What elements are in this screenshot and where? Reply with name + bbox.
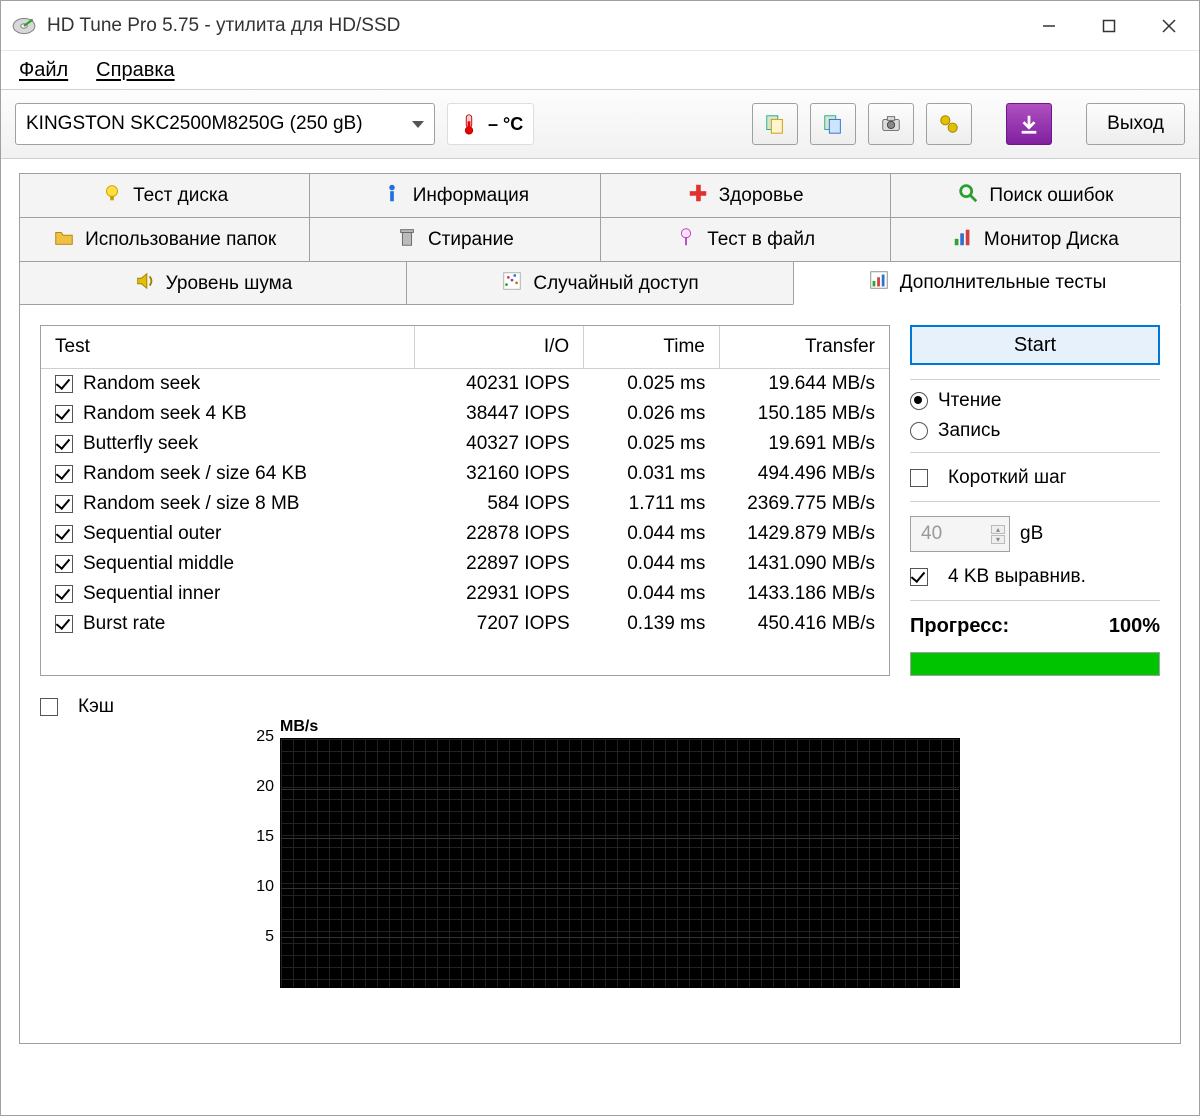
- table-row: Random seek40231 IOPS0.025 ms19.644 MB/s: [41, 369, 889, 400]
- maximize-button[interactable]: [1079, 1, 1139, 50]
- table-row: Random seek / size 64 KB32160 IOPS0.031 …: [41, 459, 889, 489]
- drive-select[interactable]: KINGSTON SKC2500M8250G (250 gB): [15, 103, 435, 145]
- short-step-label: Короткий шаг: [948, 467, 1067, 489]
- align-label: 4 KB выравнив.: [948, 566, 1086, 588]
- row-checkbox[interactable]: [55, 375, 73, 393]
- table-row: Burst rate7207 IOPS0.139 ms450.416 MB/s: [41, 609, 889, 639]
- window-title: HD Tune Pro 5.75 - утилита для HD/SSD: [47, 15, 1019, 37]
- row-checkbox[interactable]: [55, 615, 73, 633]
- tab-info[interactable]: Информация: [309, 173, 600, 217]
- tab-bulb[interactable]: Тест диска: [19, 173, 310, 217]
- table-row: Sequential middle22897 IOPS0.044 ms1431.…: [41, 549, 889, 579]
- cache-label: Кэш: [78, 696, 114, 718]
- tab-trash[interactable]: Стирание: [309, 217, 600, 261]
- row-checkbox[interactable]: [55, 585, 73, 603]
- step-size-input[interactable]: 40 ▴▾: [910, 516, 1010, 552]
- options-button[interactable]: [926, 103, 972, 145]
- app-window: HD Tune Pro 5.75 - утилита для HD/SSD Фа…: [0, 0, 1200, 1116]
- progress-label: Прогресс:: [910, 615, 1009, 638]
- row-checkbox[interactable]: [55, 405, 73, 423]
- filetest-icon: [675, 226, 697, 254]
- app-icon: [11, 13, 37, 39]
- monitor-icon: [952, 226, 974, 254]
- tab-monitor[interactable]: Монитор Диска: [890, 217, 1181, 261]
- radio-read[interactable]: Чтение: [910, 390, 1160, 412]
- tab-folder[interactable]: Использование папок: [19, 217, 310, 261]
- side-panel: Start Чтение Запись Короткий шаг 40: [910, 325, 1160, 676]
- info-icon: [381, 182, 403, 210]
- radio-write[interactable]: Запись: [910, 420, 1160, 442]
- row-checkbox[interactable]: [55, 555, 73, 573]
- copy-screenshot-button[interactable]: [810, 103, 856, 145]
- exit-button[interactable]: Выход: [1086, 103, 1185, 145]
- tab-filetest[interactable]: Тест в файл: [600, 217, 891, 261]
- content-area: Тест дискаИнформацияЗдоровьеПоиск ошибок…: [1, 159, 1199, 1115]
- radio-off-icon: [910, 422, 928, 440]
- checkbox-short-step[interactable]: [910, 469, 928, 487]
- search-icon: [957, 182, 979, 210]
- y-tick: 10: [240, 878, 274, 896]
- tab-panel-extra-tests: Test I/O Time Transfer Random seek40231 …: [19, 304, 1181, 1044]
- drive-label: KINGSTON SKC2500M8250G (250 gB): [26, 113, 363, 135]
- save-screenshot-button[interactable]: [868, 103, 914, 145]
- menu-bar: Файл Справка: [1, 51, 1199, 89]
- extra-icon: [868, 269, 890, 297]
- mode-radio-group: Чтение Запись: [910, 379, 1160, 453]
- start-button[interactable]: Start: [910, 325, 1160, 365]
- minimize-button[interactable]: [1019, 1, 1079, 50]
- row-checkbox[interactable]: [55, 525, 73, 543]
- table-row: Sequential inner22931 IOPS0.044 ms1433.1…: [41, 579, 889, 609]
- copy-text-button[interactable]: [752, 103, 798, 145]
- progress-bar: [910, 652, 1160, 676]
- tab-control: Тест дискаИнформацияЗдоровьеПоиск ошибок…: [19, 173, 1181, 1044]
- thermometer-icon: [458, 113, 480, 135]
- y-tick: 15: [240, 828, 274, 846]
- progress-value: 100%: [1109, 615, 1160, 638]
- sound-icon: [134, 270, 156, 298]
- table-row: Random seek 4 KB38447 IOPS0.026 ms150.18…: [41, 399, 889, 429]
- y-tick: 25: [240, 728, 274, 746]
- step-unit: gB: [1020, 523, 1043, 545]
- menu-file[interactable]: Файл: [19, 59, 68, 82]
- y-tick: 5: [240, 928, 274, 946]
- spinner-icon[interactable]: ▴▾: [991, 525, 1005, 544]
- chart-unit: MB/s: [280, 718, 318, 736]
- tab-health[interactable]: Здоровье: [600, 173, 891, 217]
- row-checkbox[interactable]: [55, 435, 73, 453]
- chart-plot-area: [280, 738, 960, 988]
- tab-extra[interactable]: Дополнительные тесты: [793, 261, 1181, 305]
- table-row: Butterfly seek40327 IOPS0.025 ms19.691 M…: [41, 429, 889, 459]
- table-row: Random seek / size 8 MB584 IOPS1.711 ms2…: [41, 489, 889, 519]
- row-checkbox[interactable]: [55, 495, 73, 513]
- temperature-box: – °C: [447, 103, 534, 145]
- y-tick: 20: [240, 778, 274, 796]
- table-row: Sequential outer22878 IOPS0.044 ms1429.8…: [41, 519, 889, 549]
- tests-table: Test I/O Time Transfer Random seek40231 …: [40, 325, 890, 676]
- trash-icon: [396, 226, 418, 254]
- random-icon: [501, 270, 523, 298]
- save-button[interactable]: [1006, 103, 1052, 145]
- radio-on-icon: [910, 392, 928, 410]
- col-io[interactable]: I/O: [414, 326, 584, 369]
- menu-help[interactable]: Справка: [96, 59, 174, 82]
- col-test[interactable]: Test: [41, 326, 414, 369]
- tab-sound[interactable]: Уровень шума: [19, 261, 407, 305]
- close-button[interactable]: [1139, 1, 1199, 50]
- bulb-icon: [101, 182, 123, 210]
- checkbox-4kb-align[interactable]: [910, 568, 928, 586]
- checkbox-cache[interactable]: [40, 698, 58, 716]
- folder-icon: [53, 226, 75, 254]
- tab-random[interactable]: Случайный доступ: [406, 261, 794, 305]
- window-controls: [1019, 1, 1199, 50]
- transfer-chart: MB/s 510152025: [240, 738, 960, 1018]
- chevron-down-icon: [412, 121, 424, 128]
- title-bar: HD Tune Pro 5.75 - утилита для HD/SSD: [1, 1, 1199, 51]
- col-time[interactable]: Time: [584, 326, 720, 369]
- row-checkbox[interactable]: [55, 465, 73, 483]
- temperature-value: – °C: [488, 114, 523, 135]
- toolbar: KINGSTON SKC2500M8250G (250 gB) – °C Вых…: [1, 89, 1199, 159]
- col-transfer[interactable]: Transfer: [719, 326, 889, 369]
- health-icon: [687, 182, 709, 210]
- tab-search[interactable]: Поиск ошибок: [890, 173, 1181, 217]
